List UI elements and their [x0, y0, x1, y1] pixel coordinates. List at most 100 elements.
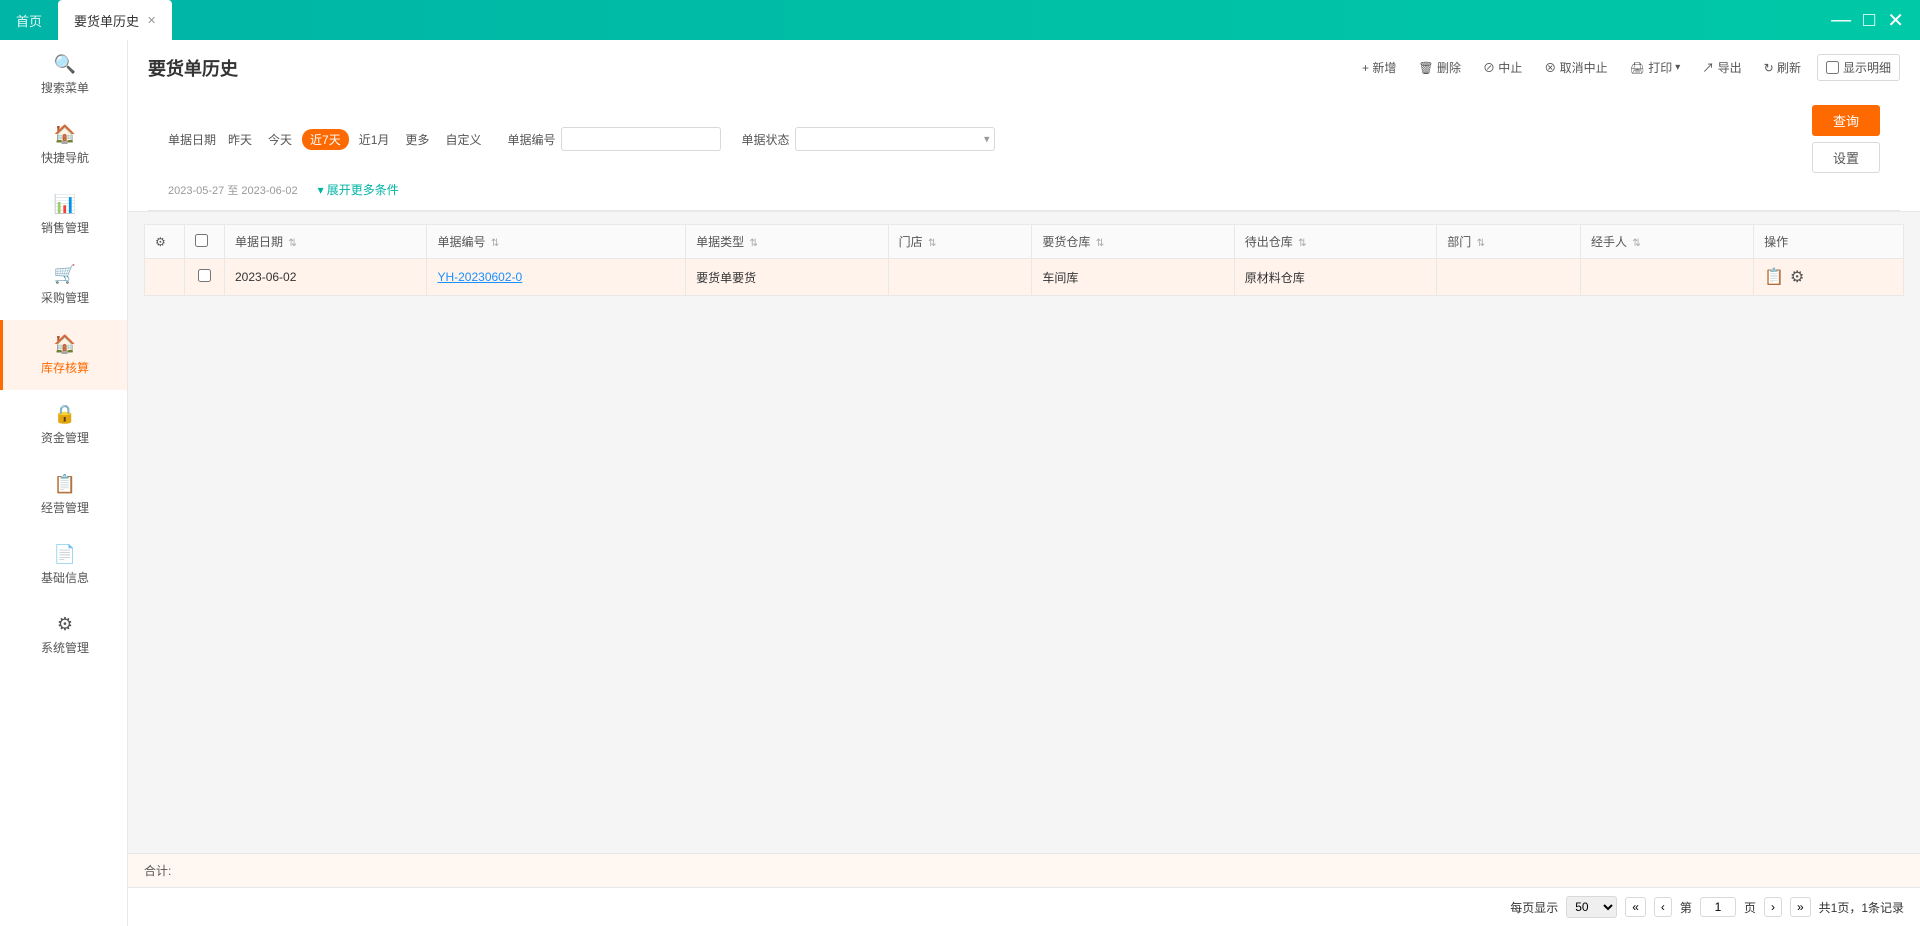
- td-bill-no: YH-20230602-0: [427, 259, 686, 296]
- filter-row-2: 2023-05-27 至 2023-06-02 ▾ 展开更多条件: [168, 181, 1880, 198]
- cart-icon: 🛒: [54, 264, 76, 285]
- document-icon: 📄: [54, 544, 76, 565]
- maximize-icon[interactable]: □: [1863, 9, 1875, 32]
- query-button[interactable]: 查询: [1812, 105, 1880, 136]
- tab-requisition-history[interactable]: 要货单历史 ✕: [58, 0, 172, 40]
- last1month-btn[interactable]: 近1月: [353, 129, 396, 150]
- print-button[interactable]: 🖨 打印 ▾: [1624, 55, 1687, 80]
- th-date[interactable]: 单据日期 ⇅: [225, 225, 427, 259]
- per-page-label: 每页显示: [1510, 899, 1558, 916]
- today-btn[interactable]: 今天: [262, 129, 298, 150]
- chart-icon: 📊: [54, 194, 76, 215]
- th-handler[interactable]: 经手人 ⇅: [1580, 225, 1753, 259]
- th-req-warehouse[interactable]: 要货仓库 ⇅: [1032, 225, 1234, 259]
- edit-action-btn[interactable]: 📋: [1764, 267, 1784, 287]
- sort-pendingwarehouse-icon: ⇅: [1298, 238, 1306, 249]
- th-action: 操作: [1754, 225, 1904, 259]
- date-range-text: 2023-05-27 至 2023-06-02: [168, 182, 298, 198]
- delete-label: 🗑 删除: [1418, 59, 1461, 76]
- sidebar-item-operations[interactable]: 📋 经营管理: [0, 460, 127, 530]
- bill-no-input[interactable]: [561, 127, 721, 151]
- cancel-stop-button[interactable]: ⊗ 取消中止: [1538, 55, 1613, 80]
- display-detail-checkbox[interactable]: [1826, 61, 1839, 74]
- th-dept[interactable]: 部门 ⇅: [1437, 225, 1581, 259]
- prev-page-btn[interactable]: ‹: [1654, 897, 1672, 917]
- content-area: 要货单历史 + 新增 🗑 删除 ⊘ 中止 ⊗ 取消中止 🖨: [128, 40, 1920, 926]
- total-label: 合计:: [144, 864, 171, 878]
- minimize-icon[interactable]: —: [1831, 9, 1851, 32]
- display-detail-button[interactable]: 显示明细: [1817, 54, 1900, 81]
- gear-icon: ⚙: [57, 614, 73, 635]
- total-info: 共1页，1条记录: [1819, 899, 1904, 916]
- status-select[interactable]: [795, 127, 995, 151]
- more-date-btn[interactable]: 更多: [399, 129, 435, 150]
- custom-date-btn[interactable]: 自定义: [439, 129, 487, 150]
- print-label: 🖨 打印: [1630, 59, 1673, 76]
- th-bill-type[interactable]: 单据类型 ⇅: [686, 225, 888, 259]
- more-action-btn[interactable]: ⚙: [1790, 267, 1804, 287]
- table-row: 2023-06-02 YH-20230602-0 要货单要货 车间库 原材料仓库: [145, 259, 1904, 296]
- sidebar-item-sales[interactable]: 📊 销售管理: [0, 180, 127, 250]
- topbar: 首页 要货单历史 ✕ — □ ✕: [0, 0, 1920, 40]
- refresh-label: ↻ 刷新: [1764, 59, 1801, 76]
- sidebar-item-basic[interactable]: 📄 基础信息: [0, 530, 127, 600]
- next-page-btn[interactable]: ›: [1764, 897, 1782, 917]
- status-select-wrapper: [795, 127, 995, 151]
- expand-more-label: 展开更多条件: [327, 181, 399, 198]
- sidebar-item-quicknav[interactable]: 🏠 快捷导航: [0, 110, 127, 180]
- sidebar-item-inventory[interactable]: 🏠 库存核算: [0, 320, 127, 390]
- page-label: 第: [1680, 899, 1692, 916]
- stop-label: ⊘ 中止: [1483, 59, 1522, 76]
- new-button[interactable]: + 新增: [1356, 55, 1402, 80]
- sort-store-icon: ⇅: [928, 238, 936, 249]
- inventory-icon: 🏠: [54, 334, 76, 355]
- th-settings[interactable]: ⚙: [145, 225, 185, 259]
- page-num-input[interactable]: [1700, 897, 1736, 917]
- row-checkbox[interactable]: [198, 269, 211, 282]
- home-icon: 🏠: [54, 124, 76, 145]
- td-dept: [1437, 259, 1581, 296]
- bill-no-link[interactable]: YH-20230602-0: [437, 270, 522, 284]
- delete-button[interactable]: 🗑 删除: [1412, 55, 1467, 80]
- table-area: ⚙ 单据日期 ⇅ 单据编号 ⇅ 单据类型: [128, 212, 1920, 853]
- operations-icon: 📋: [54, 474, 76, 495]
- sidebar-item-search[interactable]: 🔍 搜索菜单: [0, 40, 127, 110]
- export-button[interactable]: ↗ 导出: [1696, 55, 1747, 80]
- pagination-bar: 每页显示 50 100 200 « ‹ 第 页 › » 共1页，1条记录: [128, 887, 1920, 926]
- expand-more-btn[interactable]: ▾ 展开更多条件: [318, 181, 399, 198]
- page-title-row: 要货单历史 + 新增 🗑 删除 ⊘ 中止 ⊗ 取消中止 🖨: [148, 54, 1900, 81]
- setting-button[interactable]: 设置: [1812, 142, 1880, 173]
- td-bill-type: 要货单要货: [686, 259, 888, 296]
- select-all-checkbox[interactable]: [195, 234, 208, 247]
- yesterday-btn[interactable]: 昨天: [222, 129, 258, 150]
- sort-date-icon: ⇅: [288, 238, 296, 249]
- sidebar-item-basic-label: 基础信息: [41, 569, 89, 586]
- sidebar-item-finance[interactable]: 🔒 资金管理: [0, 390, 127, 460]
- td-settings: [145, 259, 185, 296]
- td-store: [888, 259, 1032, 296]
- td-action: 📋 ⚙: [1754, 259, 1904, 296]
- date-filter-label: 单据日期: [168, 131, 216, 148]
- th-bill-no[interactable]: 单据编号 ⇅: [427, 225, 686, 259]
- action-buttons: 📋 ⚙: [1764, 267, 1893, 287]
- th-store[interactable]: 门店 ⇅: [888, 225, 1032, 259]
- close-window-icon[interactable]: ✕: [1887, 8, 1904, 33]
- sidebar-item-purchase[interactable]: 🛒 采购管理: [0, 250, 127, 320]
- sort-dept-icon: ⇅: [1477, 238, 1485, 249]
- tab-home[interactable]: 首页: [0, 0, 58, 40]
- th-pending-warehouse[interactable]: 待出仓库 ⇅: [1234, 225, 1436, 259]
- last-page-btn[interactable]: »: [1790, 897, 1811, 917]
- td-handler: [1580, 259, 1753, 296]
- filter-bill-no: 单据编号: [507, 127, 721, 151]
- refresh-button[interactable]: ↻ 刷新: [1758, 55, 1807, 80]
- per-page-select[interactable]: 50 100 200: [1566, 896, 1617, 918]
- query-buttons: 查询 设置: [1812, 105, 1880, 173]
- status-filter-label: 单据状态: [741, 131, 789, 148]
- first-page-btn[interactable]: «: [1625, 897, 1646, 917]
- sidebar-item-operations-label: 经营管理: [41, 499, 89, 516]
- sidebar-item-system[interactable]: ⚙ 系统管理: [0, 600, 127, 670]
- close-tab-icon[interactable]: ✕: [147, 14, 156, 27]
- stop-button[interactable]: ⊘ 中止: [1477, 55, 1528, 80]
- last7days-btn[interactable]: 近7天: [302, 129, 349, 150]
- tab-requisition-history-label: 要货单历史: [74, 11, 139, 30]
